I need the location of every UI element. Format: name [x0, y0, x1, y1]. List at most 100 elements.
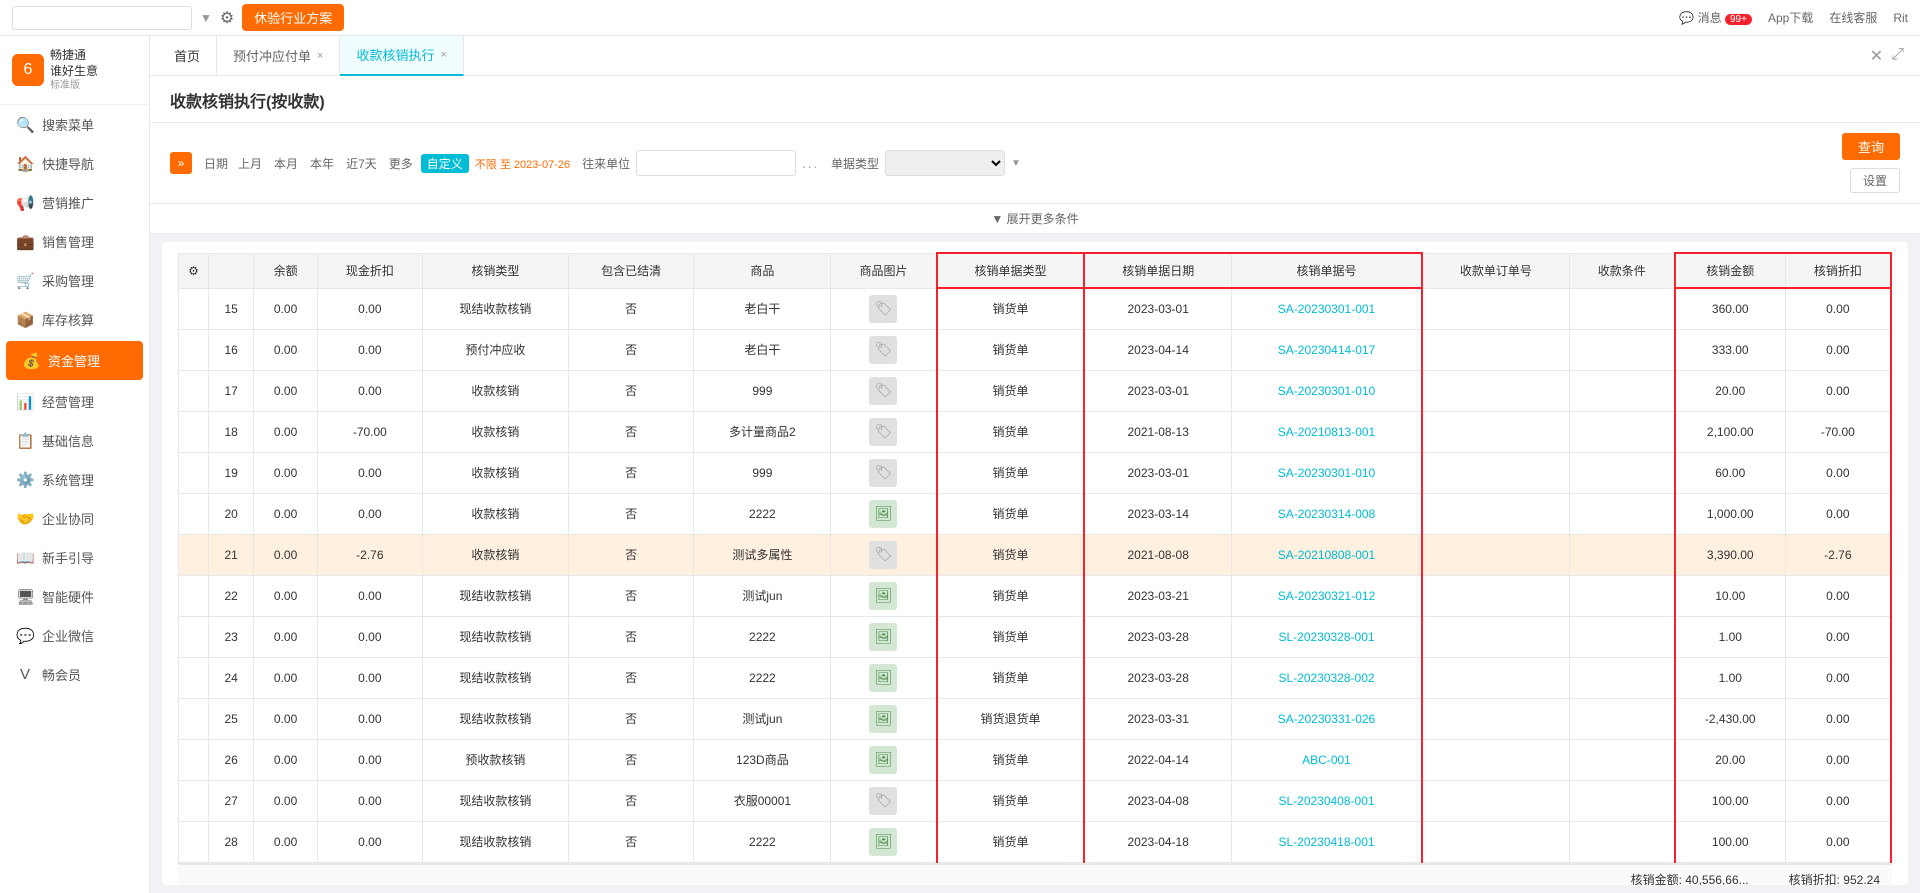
sidebar-item-sales[interactable]: 💼销售管理	[0, 222, 149, 261]
cancel-bill-link[interactable]: SA-20230331-026	[1278, 712, 1375, 726]
cancel-bill-link[interactable]: SA-20230321-012	[1278, 589, 1375, 603]
cell-cancel-bill-no: ABC-001	[1231, 739, 1422, 780]
col-header-settings[interactable]: ⚙	[179, 253, 209, 288]
sidebar-item-operations[interactable]: 📊经营管理	[0, 382, 149, 421]
tab-close-prepay[interactable]: ×	[317, 50, 323, 62]
sidebar-item-wechat[interactable]: 💬企业微信	[0, 616, 149, 655]
sidebar-item-member[interactable]: V畅会员	[0, 655, 149, 694]
cell-cash-discount: 0.00	[317, 616, 422, 657]
cell-product: 衣服00001	[694, 780, 831, 821]
sidebar-item-finance[interactable]: 💰资金管理	[6, 341, 143, 380]
cell-cancel-type: 收款核销	[422, 452, 568, 493]
partner-input[interactable]	[636, 150, 796, 176]
cell-product-image: 🏷	[831, 452, 937, 493]
tab-collection[interactable]: 收款核销执行 ×	[340, 36, 463, 76]
cell-product-image: 🏷	[831, 534, 937, 575]
top-bar-left: ▼ ⚙ 休验行业方案	[12, 4, 1671, 31]
search-input[interactable]	[12, 6, 192, 30]
receipt-type-select[interactable]	[885, 150, 1005, 176]
finance-icon: 💰	[22, 352, 40, 370]
system-icon: ⚙️	[16, 471, 34, 489]
cell-cancel-amount: 1.00	[1675, 657, 1785, 698]
sidebar-item-label-hardware: 智能硬件	[42, 587, 94, 606]
cell-product-image: 🖼	[831, 575, 937, 616]
product-image-placeholder: 🏷	[869, 541, 897, 569]
sidebar-item-quicknav[interactable]: 🏠快捷导航	[0, 144, 149, 183]
date-opt-this-year[interactable]: 本年	[306, 154, 338, 173]
industry-btn[interactable]: 休验行业方案	[242, 4, 344, 31]
date-opt-last-month[interactable]: 上月	[234, 154, 266, 173]
col-header-cancel-bill-no: 核销单据号	[1231, 253, 1422, 288]
date-opt-7days[interactable]: 近7天	[342, 154, 381, 173]
tab-bar: 首页预付冲应付单 ×收款核销执行 × ✕ ⤢	[150, 36, 1920, 76]
cell-cancel-bill-no: SA-20230314-008	[1231, 493, 1422, 534]
cell-cancel-type: 现结收款核销	[422, 288, 568, 329]
tab-container: 首页预付冲应付单 ×收款核销执行 ×	[158, 36, 464, 76]
cancel-bill-link[interactable]: ABC-001	[1302, 753, 1351, 767]
cell-cancel-bill-no: SA-20230301-010	[1231, 370, 1422, 411]
col-header-product-image: 商品图片	[831, 253, 937, 288]
sidebar-item-basic[interactable]: 📋基础信息	[0, 421, 149, 460]
sidebar-item-system[interactable]: ⚙️系统管理	[0, 460, 149, 499]
sidebar-item-purchase[interactable]: 🛒采购管理	[0, 261, 149, 300]
cancel-bill-link[interactable]: SA-20230414-017	[1278, 343, 1375, 357]
cell-cancel-discount: 0.00	[1785, 698, 1891, 739]
cell-included: 否	[568, 329, 694, 370]
expand-icon[interactable]: ⤢	[1891, 46, 1904, 66]
cell-cancel-bill-type: 销货单	[937, 575, 1085, 616]
filter-expand-button[interactable]: »	[170, 152, 192, 174]
setting-button[interactable]: 设置	[1850, 168, 1900, 193]
cell-collect-order-no	[1422, 575, 1569, 616]
cancel-bill-link[interactable]: SA-20230301-010	[1278, 384, 1375, 398]
date-opt-this-month[interactable]: 本月	[270, 154, 302, 173]
cancel-bill-link[interactable]: SA-20210808-001	[1278, 548, 1375, 562]
cell-collect-condition	[1569, 616, 1675, 657]
cancel-bill-link[interactable]: SA-20230314-008	[1278, 507, 1375, 521]
cell-cancel-bill-date: 2022-04-14	[1084, 739, 1231, 780]
cell-product: 999	[694, 370, 831, 411]
cancel-bill-link[interactable]: SL-20230408-001	[1278, 794, 1374, 808]
cell-product: 多计量商品2	[694, 411, 831, 452]
query-button[interactable]: 查询	[1842, 133, 1900, 160]
cancel-bill-link[interactable]: SL-20230418-001	[1278, 835, 1374, 849]
user-text: Rit	[1893, 11, 1908, 25]
app-download[interactable]: App下载	[1768, 9, 1813, 26]
cell-cancel-bill-type: 销货单	[937, 821, 1085, 862]
cell-settings	[179, 780, 209, 821]
cell-collect-order-no	[1422, 821, 1569, 862]
sidebar-item-marketing[interactable]: 📢营销推广	[0, 183, 149, 222]
date-opt-custom[interactable]: 自定义	[421, 154, 469, 173]
cell-product: 2222	[694, 821, 831, 862]
expand-more-button[interactable]: ▼ 展开更多条件	[991, 212, 1078, 226]
cancel-bill-link[interactable]: SA-20230301-001	[1278, 302, 1375, 316]
cell-included: 否	[568, 780, 694, 821]
cell-cancel-bill-type: 销货单	[937, 657, 1085, 698]
cancel-bill-link[interactable]: SL-20230328-001	[1278, 630, 1374, 644]
date-label: 日期	[204, 155, 228, 172]
filter-bar: » 日期 上月 本月 本年 近7天 更多 自定义 不限 至 2023-07-26…	[150, 123, 1920, 204]
dots-icon[interactable]: ...	[802, 156, 819, 171]
message-area[interactable]: 💬 消息 99+	[1679, 9, 1752, 26]
sidebar-item-enterprise[interactable]: 🤝企业协同	[0, 499, 149, 538]
cell-seq: 20	[209, 493, 254, 534]
date-range: 不限 至 2023-07-26	[475, 156, 570, 172]
cancel-bill-link[interactable]: SA-20230301-010	[1278, 466, 1375, 480]
cancel-bill-link[interactable]: SA-20210813-001	[1278, 425, 1375, 439]
cancel-bill-link[interactable]: SL-20230328-002	[1278, 671, 1374, 685]
message-label: 消息	[1698, 11, 1722, 25]
col-header-balance: 余额	[254, 253, 318, 288]
tab-home[interactable]: 首页	[158, 36, 217, 76]
gear-icon[interactable]: ⚙	[220, 8, 234, 28]
sidebar-item-guide[interactable]: 📖新手引导	[0, 538, 149, 577]
online-service[interactable]: 在线客服	[1829, 9, 1877, 26]
cell-settings	[179, 575, 209, 616]
close-tab-icon[interactable]: ✕	[1870, 46, 1883, 66]
sidebar-item-search[interactable]: 🔍搜索菜单	[0, 105, 149, 144]
cell-seq: 18	[209, 411, 254, 452]
sidebar-item-hardware[interactable]: 🖥智能硬件	[0, 577, 149, 616]
date-opt-more[interactable]: 更多	[385, 154, 417, 173]
tab-prepay[interactable]: 预付冲应付单 ×	[217, 36, 340, 76]
sidebar-item-inventory[interactable]: 📦库存核算	[0, 300, 149, 339]
tab-close-collection[interactable]: ×	[440, 49, 446, 61]
cell-cancel-bill-no: SL-20230408-001	[1231, 780, 1422, 821]
